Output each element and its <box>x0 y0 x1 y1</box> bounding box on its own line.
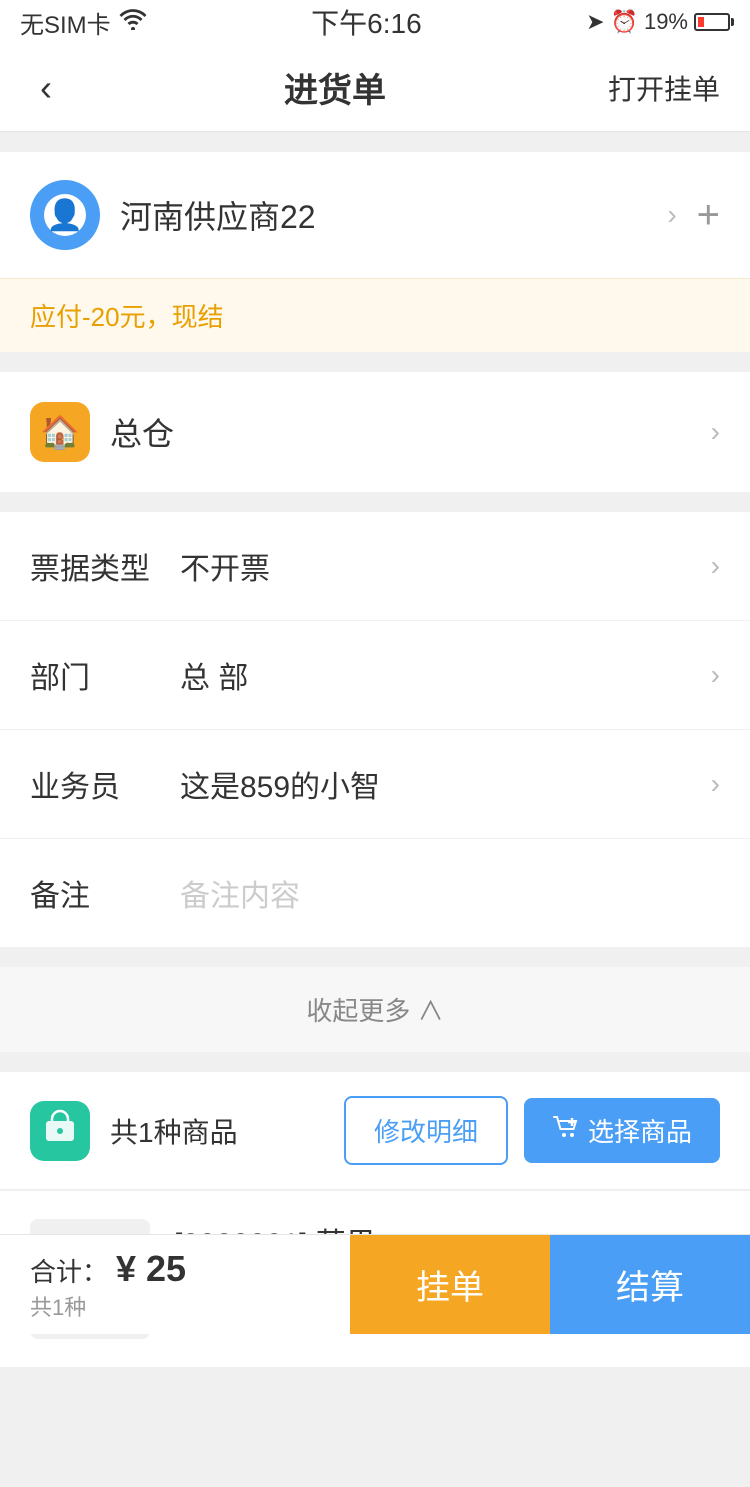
collapse-label: 收起更多 ∧ <box>306 991 443 1028</box>
product-header: 共1种商品 修改明细 选择商品 <box>0 1072 750 1189</box>
department-value: 总 部 <box>160 653 711 697</box>
ticket-chevron-icon: › <box>711 550 720 582</box>
department-chevron-icon: › <box>711 659 720 691</box>
alarm-icon: ⏰ <box>611 9 638 35</box>
salesman-label: 业务员 <box>30 762 160 806</box>
total-sub: 共1种 <box>30 1290 320 1322</box>
ticket-label: 票据类型 <box>30 544 160 588</box>
supplier-chevron-icon: › <box>667 199 676 231</box>
form-row-remark[interactable]: 备注 备注内容 <box>0 839 750 947</box>
wifi-icon <box>119 8 147 37</box>
product-icon-symbol <box>42 1109 78 1152</box>
supplier-avatar: 👤 <box>30 180 100 250</box>
supplier-section: 👤 河南供应商22 › + 应付-20元，现结 <box>0 152 750 352</box>
product-count-label: 共1种商品 <box>110 1111 344 1151</box>
supplier-name: 河南供应商22 <box>120 192 667 238</box>
department-label: 部门 <box>30 653 160 697</box>
bottom-bar: 合计： ¥ 25 共1种 挂单 结算 <box>0 1234 750 1334</box>
avatar-face: 👤 <box>46 198 83 233</box>
status-right: ➤ ⏰ 19% <box>586 9 730 35</box>
warehouse-name: 总仓 <box>110 409 711 455</box>
warehouse-section: 🏠 总仓 › <box>0 372 750 492</box>
location-icon: ➤ <box>586 9 604 35</box>
battery-icon <box>694 13 730 31</box>
ticket-value: 不开票 <box>160 544 711 588</box>
total-amount: ¥ 25 <box>116 1248 186 1290</box>
status-bar: 无SIM卡 下午6:16 ➤ ⏰ 19% <box>0 0 750 44</box>
select-product-label: 选择商品 <box>588 1112 692 1149</box>
open-hang-button[interactable]: 打开挂单 <box>608 68 720 108</box>
form-row-salesman[interactable]: 业务员 这是859的小智 › <box>0 730 750 839</box>
warehouse-icon-symbol: 🏠 <box>40 413 80 451</box>
warehouse-chevron-icon: › <box>711 416 720 448</box>
payment-notice: 应付-20元，现结 <box>0 278 750 352</box>
warehouse-row[interactable]: 🏠 总仓 › <box>0 372 750 492</box>
back-button[interactable]: ‹ <box>30 57 62 119</box>
total-section: 合计： ¥ 25 共1种 <box>0 1235 350 1334</box>
warehouse-icon: 🏠 <box>30 402 90 462</box>
salesman-chevron-icon: › <box>711 768 720 800</box>
status-left: 无SIM卡 <box>20 5 147 40</box>
supplier-add-button[interactable]: + <box>697 193 720 238</box>
nav-bar: ‹ 进货单 打开挂单 <box>0 44 750 132</box>
checkout-button[interactable]: 结算 <box>550 1235 750 1334</box>
salesman-value: 这是859的小智 <box>160 762 711 806</box>
edit-detail-button[interactable]: 修改明细 <box>344 1096 508 1165</box>
remark-input[interactable]: 备注内容 <box>160 871 720 915</box>
time-label: 下午6:16 <box>311 2 422 42</box>
product-icon <box>30 1101 90 1161</box>
select-product-button[interactable]: 选择商品 <box>524 1098 720 1163</box>
hang-button[interactable]: 挂单 <box>350 1235 550 1334</box>
page-title: 进货单 <box>284 63 386 112</box>
supplier-row[interactable]: 👤 河南供应商22 › + <box>0 152 750 278</box>
form-row-ticket[interactable]: 票据类型 不开票 › <box>0 512 750 621</box>
collapse-row[interactable]: 收起更多 ∧ <box>0 967 750 1052</box>
avatar-inner: 👤 <box>44 194 86 236</box>
cart-icon <box>552 1115 580 1146</box>
form-row-department[interactable]: 部门 总 部 › <box>0 621 750 730</box>
carrier-label: 无SIM卡 <box>20 5 111 40</box>
form-section: 票据类型 不开票 › 部门 总 部 › 业务员 这是859的小智 › 备注 备注… <box>0 512 750 947</box>
battery-label: 19% <box>644 9 688 35</box>
total-label: 合计： <box>30 1252 108 1289</box>
remark-label: 备注 <box>30 871 160 915</box>
